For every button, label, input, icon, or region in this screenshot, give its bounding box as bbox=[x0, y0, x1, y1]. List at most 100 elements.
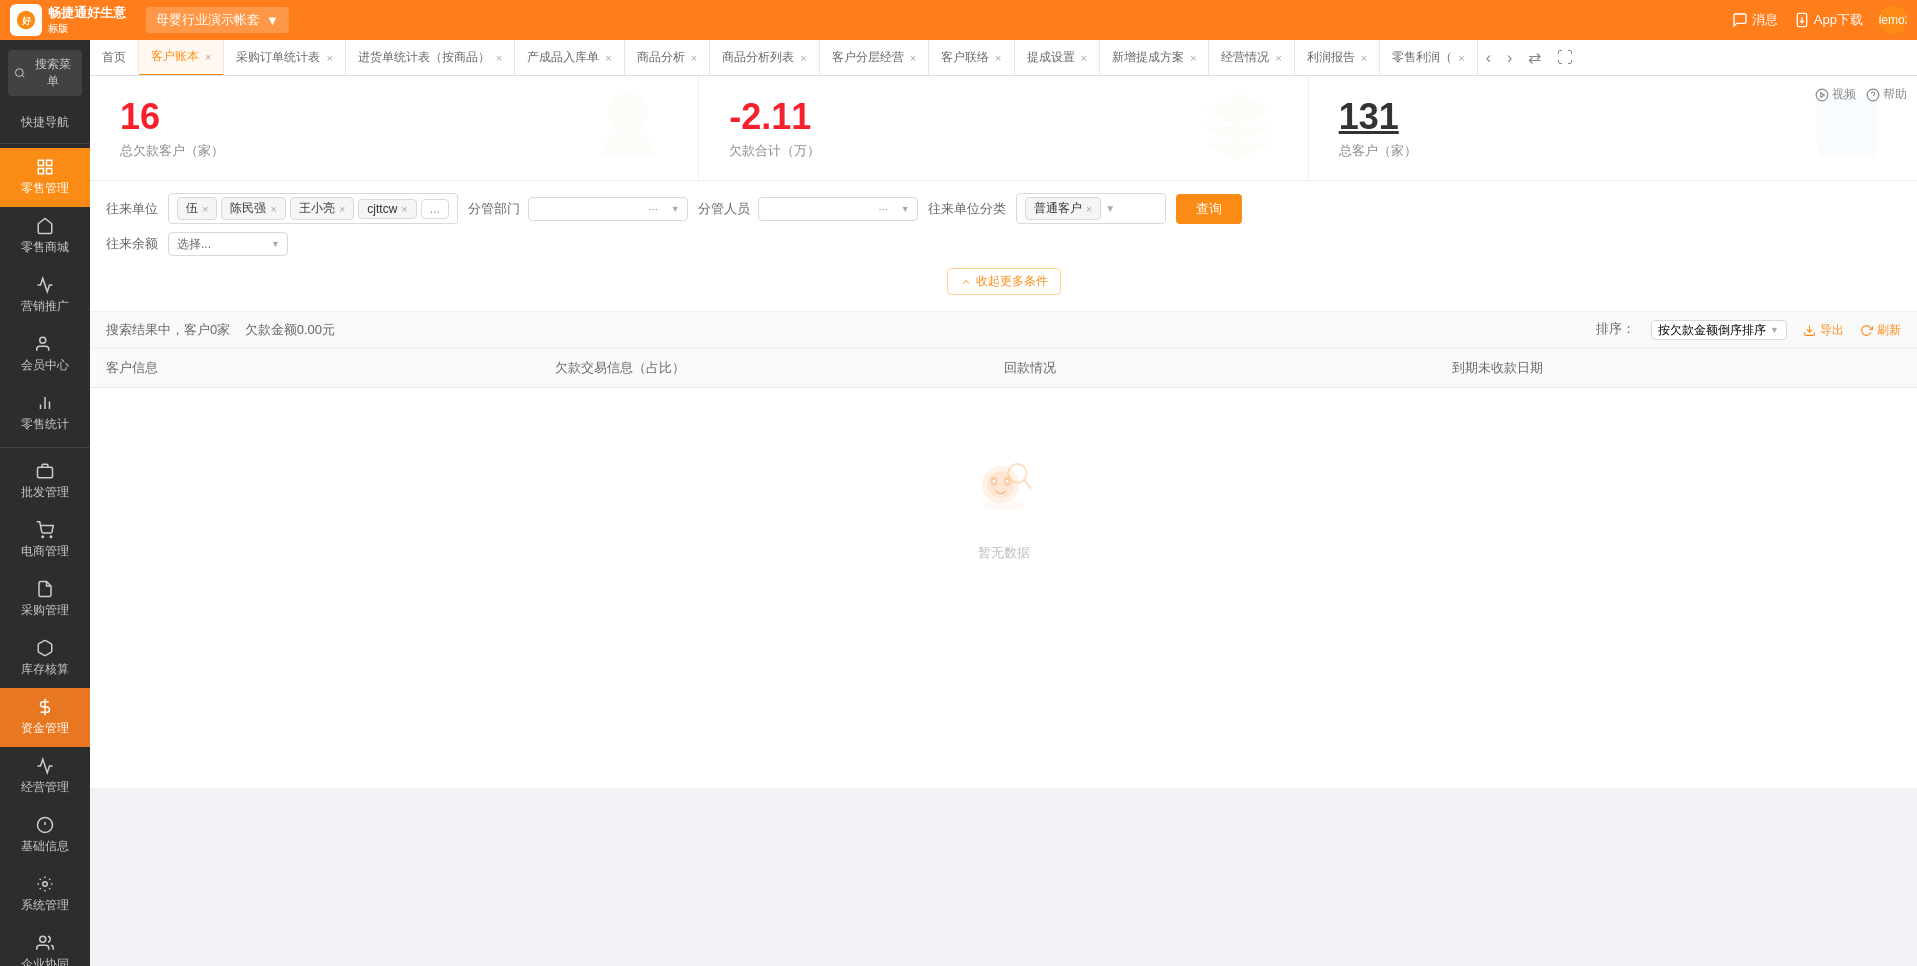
tab-product-analysis-list[interactable]: 商品分析列表 × bbox=[710, 40, 819, 76]
tab-bar: 首页 客户账本 × 采购订单统计表 × 进货单统计表（按商品） × 产成品入库单… bbox=[90, 40, 1917, 76]
sidebar-item-basic-info-label: 基础信息 bbox=[21, 838, 69, 855]
account-selector[interactable]: 母婴行业演示帐套 ▼ bbox=[146, 7, 289, 33]
svg-rect-8 bbox=[38, 169, 43, 174]
logo-subtext: 标版 bbox=[48, 22, 126, 36]
sidebar-item-ecommerce[interactable]: 电商管理 bbox=[0, 511, 90, 570]
tab-profit-report[interactable]: 利润报告 × bbox=[1295, 40, 1380, 76]
tab-fullscreen[interactable]: ⛶ bbox=[1549, 40, 1581, 76]
sidebar-item-finance-label: 资金管理 bbox=[21, 720, 69, 737]
sidebar-item-member-center[interactable]: 会员中心 bbox=[0, 325, 90, 384]
tab-new-commission-close[interactable]: × bbox=[1190, 52, 1196, 64]
unit-tag-wu-remove[interactable]: × bbox=[202, 203, 208, 215]
tab-customer-segmentation-close[interactable]: × bbox=[910, 52, 916, 64]
sidebar-item-enterprise-coop-label: 企业协同 bbox=[21, 956, 69, 966]
sidebar-item-wholesale-mgmt[interactable]: 批发管理 bbox=[0, 452, 90, 511]
unit-tag-chen-remove[interactable]: × bbox=[270, 203, 276, 215]
tab-customer-contact-close[interactable]: × bbox=[995, 52, 1001, 64]
balance-select[interactable]: 选择... bbox=[168, 232, 288, 256]
content-area: 首页 客户账本 × 采购订单统计表 × 进货单统计表（按商品） × 产成品入库单… bbox=[90, 40, 1917, 966]
avatar[interactable]: demo2 bbox=[1879, 6, 1907, 34]
svg-point-22 bbox=[40, 936, 46, 942]
tab-customer-segmentation[interactable]: 客户分层经营 × bbox=[820, 40, 929, 76]
logo-area: 好 畅捷通好生意 标版 bbox=[10, 4, 126, 36]
tab-product-analysis-list-close[interactable]: × bbox=[800, 52, 806, 64]
sidebar-item-purchase-mgmt[interactable]: 采购管理 bbox=[0, 570, 90, 629]
refresh-btn[interactable]: 刷新 bbox=[1860, 320, 1901, 340]
tab-commission-settings-close[interactable]: × bbox=[1081, 52, 1087, 64]
search-menu-btn[interactable]: 搜索菜单 bbox=[8, 50, 82, 96]
unit-class-tag-normal-remove[interactable]: × bbox=[1086, 203, 1092, 215]
unit-class-dropdown[interactable]: ▼ bbox=[1105, 203, 1115, 214]
col-header-debt: 欠款交易信息（占比） bbox=[555, 359, 1004, 377]
unit-tag-wang-remove[interactable]: × bbox=[339, 203, 345, 215]
sidebar-item-marketing-label: 营销推广 bbox=[21, 298, 69, 315]
unit-class-label: 往来单位分类 bbox=[928, 200, 1006, 218]
download-btn[interactable]: App下载 bbox=[1794, 11, 1863, 29]
tab-scroll-right[interactable]: › bbox=[1499, 40, 1520, 76]
tab-retail-profit-close[interactable]: × bbox=[1458, 52, 1464, 64]
tab-commission-settings[interactable]: 提成设置 × bbox=[1015, 40, 1100, 76]
sidebar-item-enterprise-coop[interactable]: 企业协同 bbox=[0, 924, 90, 966]
sort-label: 排序： bbox=[1596, 320, 1635, 340]
unit-more-btn[interactable]: ... bbox=[421, 199, 449, 219]
person-label: 分管人员 bbox=[698, 200, 750, 218]
stat-card-debt: -2.11 欠款合计（万） bbox=[699, 76, 1308, 180]
unit-class-tag-input[interactable]: 普通客户 × ▼ bbox=[1016, 193, 1166, 224]
unit-tag-wu: 伍 × bbox=[177, 197, 217, 220]
tab-inbound-stats[interactable]: 进货单统计表（按商品） × bbox=[346, 40, 515, 76]
sidebar-item-basic-info[interactable]: 基础信息 bbox=[0, 806, 90, 865]
unit-tag-cjttcw-remove[interactable]: × bbox=[401, 203, 407, 215]
svg-rect-14 bbox=[38, 467, 53, 478]
sort-select[interactable]: 按欠款金额倒序排序 bbox=[1651, 320, 1787, 340]
dept-select[interactable] bbox=[528, 197, 688, 221]
person-clear[interactable]: ··· bbox=[879, 203, 888, 215]
sidebar-item-marketing[interactable]: 营销推广 bbox=[0, 266, 90, 325]
sidebar-item-retail-stats[interactable]: 零售统计 bbox=[0, 384, 90, 443]
tab-home[interactable]: 首页 bbox=[90, 40, 139, 76]
tab-product-analysis-list-label: 商品分析列表 bbox=[722, 49, 794, 66]
tab-production-inbound-close[interactable]: × bbox=[605, 52, 611, 64]
tab-product-analysis[interactable]: 商品分析 × bbox=[625, 40, 710, 76]
tab-customer-ledger[interactable]: 客户账本 × bbox=[139, 40, 224, 76]
svg-point-16 bbox=[50, 536, 52, 538]
sidebar-item-operation[interactable]: 经营管理 bbox=[0, 747, 90, 806]
sidebar-item-retail-mgmt[interactable]: 零售管理 bbox=[0, 148, 90, 207]
tab-production-inbound[interactable]: 产成品入库单 × bbox=[515, 40, 624, 76]
unit-tag-input[interactable]: 伍 × 陈民强 × 王小亮 × bbox=[168, 193, 458, 224]
sidebar-item-finance[interactable]: 资金管理 bbox=[0, 688, 90, 747]
query-btn[interactable]: 查询 bbox=[1176, 194, 1242, 224]
col-header-repayment: 回款情况 bbox=[1004, 359, 1453, 377]
tab-collapse[interactable]: ⇄ bbox=[1520, 40, 1549, 76]
export-btn[interactable]: 导出 bbox=[1803, 320, 1844, 340]
tab-purchase-stats[interactable]: 采购订单统计表 × bbox=[224, 40, 345, 76]
svg-point-40 bbox=[1006, 480, 1009, 483]
stat-bg-icon-1 bbox=[588, 87, 668, 170]
tab-purchase-stats-close[interactable]: × bbox=[326, 52, 332, 64]
debt-amount: 欠款金额0.00元 bbox=[245, 322, 335, 337]
sidebar-item-retail-mall[interactable]: 零售商城 bbox=[0, 207, 90, 266]
tab-customer-ledger-close[interactable]: × bbox=[205, 51, 211, 63]
tab-inbound-stats-close[interactable]: × bbox=[496, 52, 502, 64]
quick-nav-btn[interactable]: 快捷导航 bbox=[0, 106, 90, 139]
tab-customer-ledger-label: 客户账本 bbox=[151, 48, 199, 65]
tab-operation-status[interactable]: 经营情况 × bbox=[1209, 40, 1294, 76]
tab-customer-contact[interactable]: 客户联络 × bbox=[929, 40, 1014, 76]
svg-line-5 bbox=[22, 75, 24, 77]
person-select[interactable] bbox=[758, 197, 918, 221]
balance-wrapper: 选择... bbox=[168, 232, 288, 256]
dept-clear[interactable]: ··· bbox=[649, 203, 658, 215]
sidebar-item-inventory[interactable]: 库存核算 bbox=[0, 629, 90, 688]
tab-new-commission[interactable]: 新增提成方案 × bbox=[1100, 40, 1209, 76]
tab-product-analysis-close[interactable]: × bbox=[691, 52, 697, 64]
sidebar-item-system[interactable]: 系统管理 bbox=[0, 865, 90, 924]
unit-tag-chen: 陈民强 × bbox=[221, 197, 285, 220]
tab-retail-profit[interactable]: 零售利润（ × bbox=[1380, 40, 1477, 76]
tab-product-analysis-label: 商品分析 bbox=[637, 49, 685, 66]
tab-scroll-left[interactable]: ‹ bbox=[1478, 40, 1499, 76]
collapse-btn[interactable]: 收起更多条件 bbox=[947, 268, 1061, 295]
sidebar-item-operation-label: 经营管理 bbox=[21, 779, 69, 796]
tab-profit-report-close[interactable]: × bbox=[1361, 52, 1367, 64]
tab-operation-status-close[interactable]: × bbox=[1275, 52, 1281, 64]
collapse-row: 收起更多条件 bbox=[106, 264, 1901, 299]
message-btn[interactable]: 消息 bbox=[1732, 11, 1778, 29]
